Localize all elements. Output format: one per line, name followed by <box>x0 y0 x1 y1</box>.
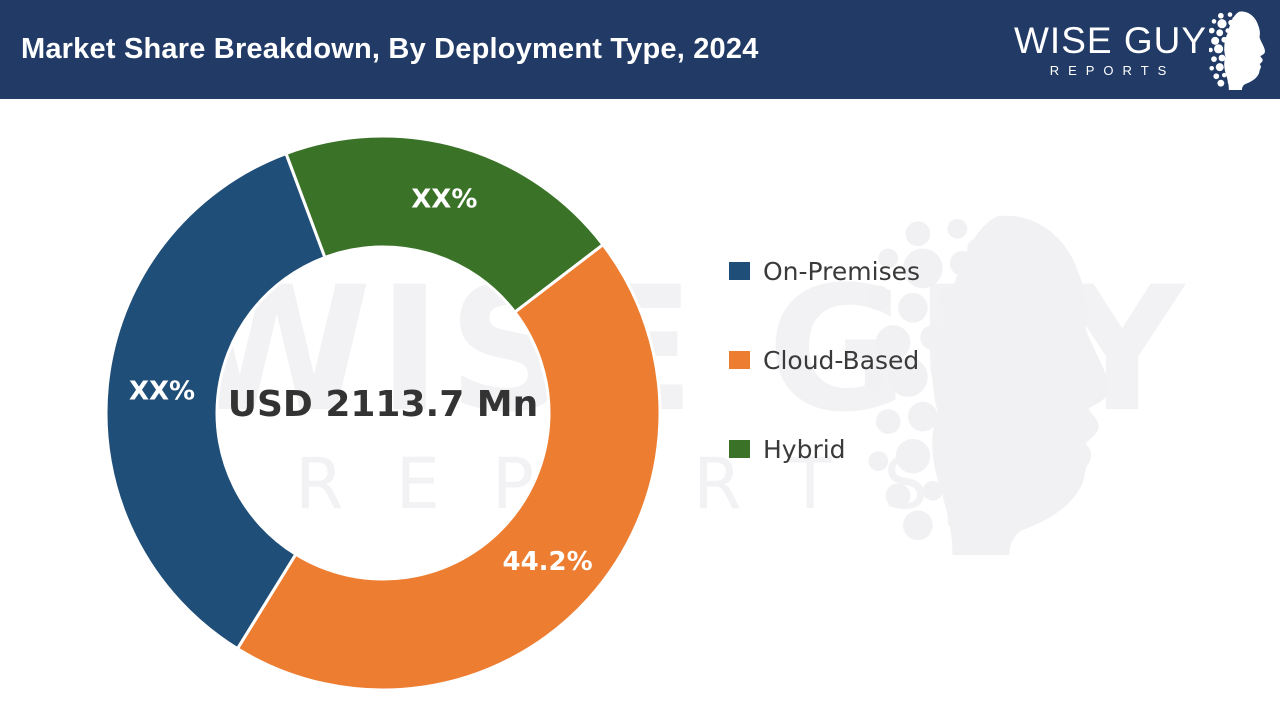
legend-label: Cloud-Based <box>763 345 920 375</box>
chart-area: WISE GUY REPORTS XX%44.2%XX% USD 2113.7 … <box>0 99 1280 720</box>
legend-item-cloud-based: Cloud-Based <box>729 345 920 375</box>
logo-brand-bottom: REPORTS <box>1049 62 1176 78</box>
face-profile-icon <box>1209 11 1265 90</box>
legend-label: On-Premises <box>763 256 921 286</box>
wise-guy-reports-logo: WISE GUY REPORTS <box>1014 8 1265 92</box>
logo-wordmark: WISE GUY REPORTS <box>1014 20 1208 78</box>
chart-legend: On-Premises Cloud-Based Hybrid <box>729 256 920 523</box>
legend-swatch <box>729 351 750 369</box>
slice-label-on-premises: XX% <box>129 376 195 406</box>
donut-slice-cloud-based <box>235 243 662 692</box>
donut-center-value: USD 2113.7 Mn <box>227 384 539 425</box>
slice-label-cloud-based: 44.2% <box>503 547 593 577</box>
legend-item-hybrid: Hybrid <box>729 434 920 464</box>
header-bar: Market Share Breakdown, By Deployment Ty… <box>0 0 1280 99</box>
page-title: Market Share Breakdown, By Deployment Ty… <box>21 33 759 65</box>
legend-label: Hybrid <box>763 434 846 464</box>
face-profile-shape <box>1209 11 1265 90</box>
legend-item-on-premises: On-Premises <box>729 256 920 286</box>
slice-label-hybrid: XX% <box>411 185 477 215</box>
legend-swatch <box>729 262 750 280</box>
legend-swatch <box>729 440 750 458</box>
logo-brand-top: WISE GUY <box>1014 20 1208 62</box>
donut-chart: XX% 44.2% XX% <box>104 134 662 692</box>
